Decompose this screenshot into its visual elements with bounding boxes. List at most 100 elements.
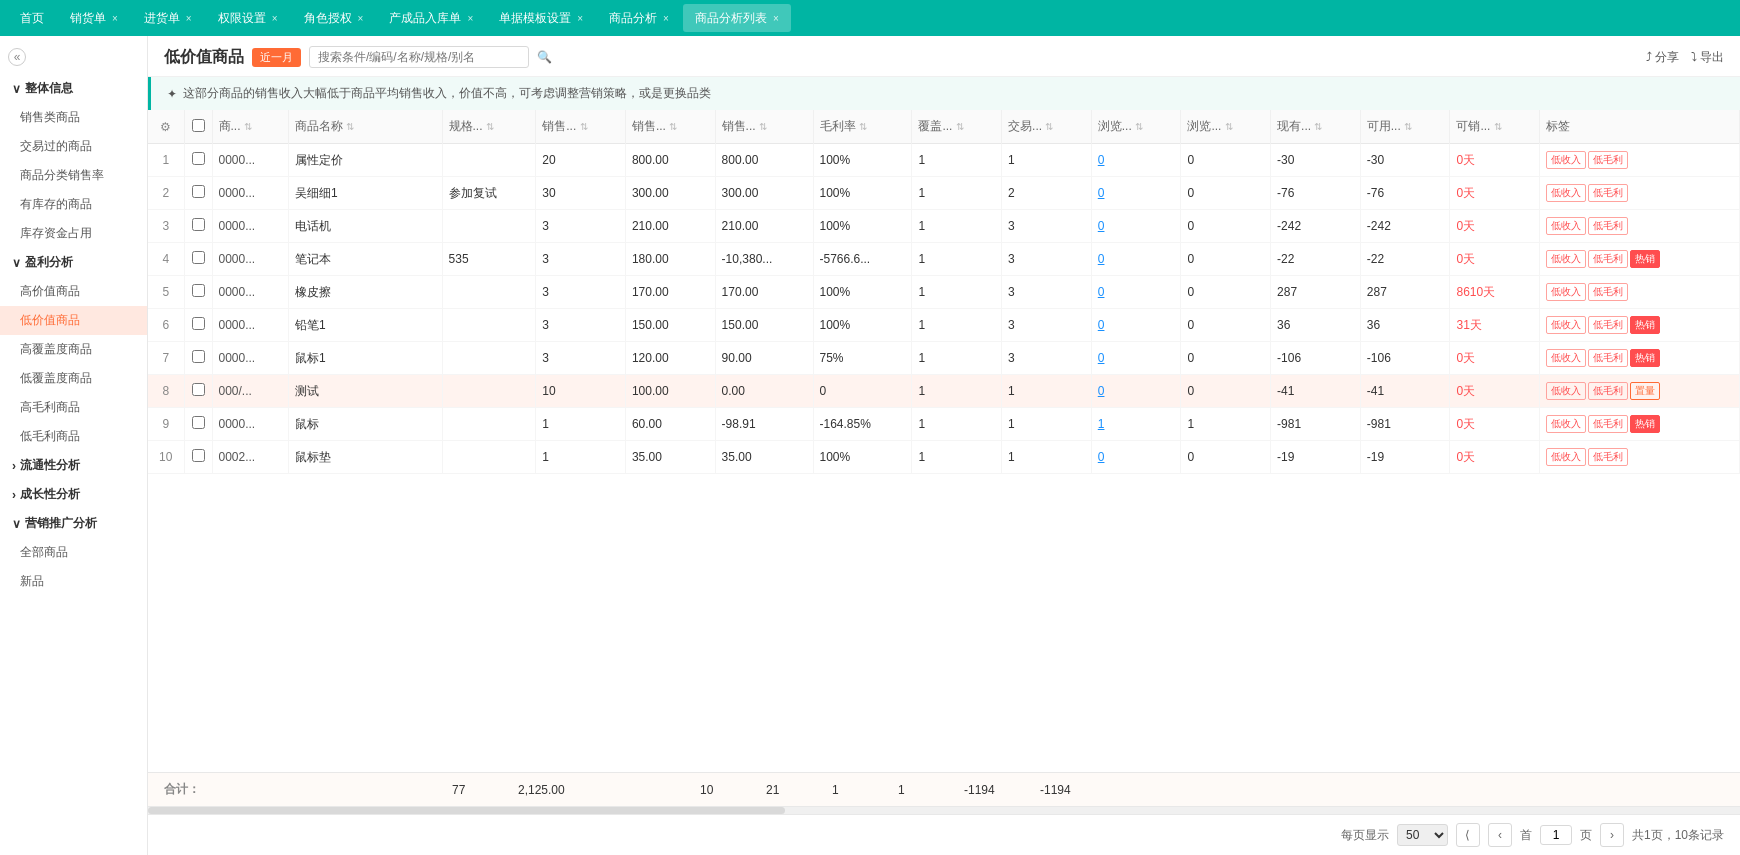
cell-browse1[interactable]: 0 [1091, 441, 1181, 474]
sidebar-item-stock-funds[interactable]: 库存资金占用 [0, 219, 147, 248]
browse1-link[interactable]: 0 [1098, 318, 1105, 332]
first-page-btn[interactable]: ⟨ [1456, 823, 1480, 847]
cell-checkbox[interactable] [184, 276, 212, 309]
search-input[interactable] [309, 46, 529, 68]
cell-spec [442, 441, 536, 474]
nav-purchase-close[interactable]: × [186, 13, 192, 24]
sidebar-item-traded-goods[interactable]: 交易过的商品 [0, 132, 147, 161]
table-row: 40000...笔记本5353180.00-10,380...-5766.6..… [148, 243, 1740, 276]
cell-checkbox[interactable] [184, 375, 212, 408]
cell-code: 0002... [212, 441, 288, 474]
sidebar-group-overall[interactable]: ∨ 整体信息 [0, 74, 147, 103]
browse1-link[interactable]: 1 [1098, 417, 1105, 431]
cell-tags: 低收入低毛利 [1540, 210, 1740, 243]
nav-roles[interactable]: 角色授权 × [292, 4, 376, 32]
sidebar-group-profit[interactable]: ∨ 盈利分析 [0, 248, 147, 277]
cell-browse2: 0 [1181, 441, 1271, 474]
nav-product-analysis-close[interactable]: × [663, 13, 669, 24]
cell-checkbox[interactable] [184, 144, 212, 177]
browse1-link[interactable]: 0 [1098, 252, 1105, 266]
nav-products-close[interactable]: × [467, 13, 473, 24]
sidebar-group-liquidity[interactable]: › 流通性分析 [0, 451, 147, 480]
nav-product-analysis[interactable]: 商品分析 × [597, 4, 681, 32]
nav-sales-close[interactable]: × [112, 13, 118, 24]
sidebar-item-sales-goods[interactable]: 销售类商品 [0, 103, 147, 132]
browse1-link[interactable]: 0 [1098, 351, 1105, 365]
sidebar-item-high-value[interactable]: 高价值商品 [0, 277, 147, 306]
browse1-link[interactable]: 0 [1098, 219, 1105, 233]
cell-browse1[interactable]: 0 [1091, 243, 1181, 276]
filter-badge[interactable]: 近一月 [252, 48, 301, 67]
next-page-btn[interactable]: › [1600, 823, 1624, 847]
cell-checkbox[interactable] [184, 243, 212, 276]
tag: 低收入 [1546, 217, 1586, 235]
nav-permissions-close[interactable]: × [272, 13, 278, 24]
cell-available: 287 [1360, 276, 1450, 309]
cell-browse1[interactable]: 0 [1091, 210, 1181, 243]
cell-browse1[interactable]: 0 [1091, 144, 1181, 177]
prev-page-btn[interactable]: ‹ [1488, 823, 1512, 847]
sidebar-item-all-goods[interactable]: 全部商品 [0, 538, 147, 567]
export-button[interactable]: ⤵ 导出 [1691, 49, 1724, 66]
cell-saleable: 0天 [1450, 243, 1540, 276]
sidebar-collapse-btn[interactable]: « [8, 48, 26, 66]
page-size-label: 每页显示 [1341, 827, 1389, 844]
nav-sales[interactable]: 销货单 × [58, 4, 130, 32]
cell-browse1[interactable]: 0 [1091, 177, 1181, 210]
nav-purchase[interactable]: 进货单 × [132, 4, 204, 32]
cell-checkbox[interactable] [184, 177, 212, 210]
cell-tags: 低收入低毛利热销 [1540, 408, 1740, 441]
nav-templates-close[interactable]: × [577, 13, 583, 24]
select-all-checkbox[interactable] [192, 119, 205, 132]
browse1-link[interactable]: 0 [1098, 285, 1105, 299]
page-number-input[interactable] [1540, 825, 1572, 845]
sidebar-item-new-goods[interactable]: 新品 [0, 567, 147, 596]
page-size-select[interactable]: 50 100 200 [1397, 824, 1448, 846]
nav-permissions[interactable]: 权限设置 × [206, 4, 290, 32]
cell-code: 0000... [212, 309, 288, 342]
nav-home[interactable]: 首页 [8, 4, 56, 32]
nav-product-list[interactable]: 商品分析列表 × [683, 4, 791, 32]
cell-gross-margin: 100% [813, 144, 912, 177]
th-settings[interactable]: ⚙ [148, 110, 184, 144]
sidebar-group-growth[interactable]: › 成长性分析 [0, 480, 147, 509]
cell-sales-qty: 3 [536, 210, 626, 243]
cell-browse1[interactable]: 1 [1091, 408, 1181, 441]
cell-available: -106 [1360, 342, 1450, 375]
nav-product-list-close[interactable]: × [773, 13, 779, 24]
cell-checkbox[interactable] [184, 441, 212, 474]
sidebar-item-category-sales-rate[interactable]: 商品分类销售率 [0, 161, 147, 190]
nav-products-in[interactable]: 产成品入库单 × [377, 4, 485, 32]
sidebar-item-low-value[interactable]: 低价值商品 [0, 306, 147, 335]
sidebar-item-high-margin[interactable]: 高毛利商品 [0, 393, 147, 422]
browse1-link[interactable]: 0 [1098, 186, 1105, 200]
sidebar-group-marketing[interactable]: ∨ 营销推广分析 [0, 509, 147, 538]
cell-browse2: 0 [1181, 210, 1271, 243]
table-row: 60000...铅笔13150.00150.00100%1300363631天低… [148, 309, 1740, 342]
sidebar-item-low-coverage[interactable]: 低覆盖度商品 [0, 364, 147, 393]
cell-browse1[interactable]: 0 [1091, 309, 1181, 342]
browse1-link[interactable]: 0 [1098, 384, 1105, 398]
sidebar-item-low-margin[interactable]: 低毛利商品 [0, 422, 147, 451]
cell-checkbox[interactable] [184, 210, 212, 243]
nav-roles-close[interactable]: × [358, 13, 364, 24]
cell-browse1[interactable]: 0 [1091, 342, 1181, 375]
sidebar-item-stock-goods[interactable]: 有库存的商品 [0, 190, 147, 219]
cell-checkbox[interactable] [184, 408, 212, 441]
settings-icon[interactable]: ⚙ [160, 120, 171, 134]
browse1-link[interactable]: 0 [1098, 450, 1105, 464]
share-button[interactable]: ⤴ 分享 [1646, 49, 1679, 66]
cell-checkbox[interactable] [184, 309, 212, 342]
cell-name: 铅笔1 [288, 309, 442, 342]
cell-sales-amount: 0.00 [715, 375, 813, 408]
cell-checkbox[interactable] [184, 342, 212, 375]
cell-browse1[interactable]: 0 [1091, 276, 1181, 309]
cell-browse1[interactable]: 0 [1091, 375, 1181, 408]
browse1-link[interactable]: 0 [1098, 153, 1105, 167]
sidebar-item-high-coverage[interactable]: 高覆盖度商品 [0, 335, 147, 364]
search-icon[interactable]: 🔍 [537, 50, 552, 64]
nav-templates[interactable]: 单据模板设置 × [487, 4, 595, 32]
footer-current-stock: -1194 [964, 783, 1024, 797]
th-saleable: 可销... ⇅ [1450, 110, 1540, 144]
th-spec: 规格... ⇅ [442, 110, 536, 144]
